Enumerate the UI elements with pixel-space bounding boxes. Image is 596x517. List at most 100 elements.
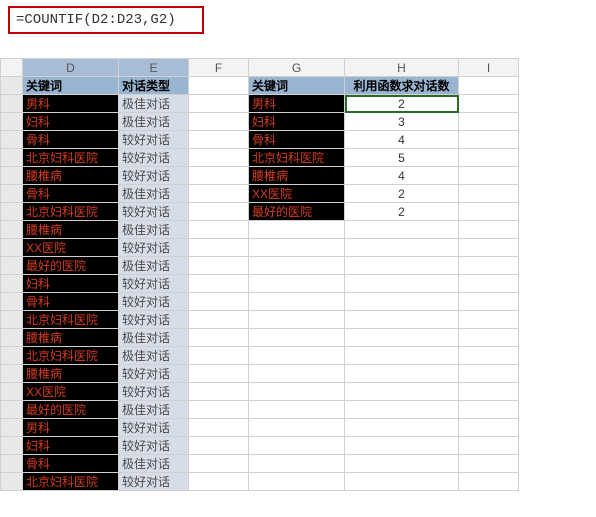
cell-E20[interactable]: 较好对话 [119, 419, 189, 437]
cell-F4[interactable] [189, 131, 249, 149]
cell-H7[interactable]: 2 [345, 185, 459, 203]
cell-F23[interactable] [189, 473, 249, 491]
col-header-I[interactable]: I [459, 59, 519, 77]
cell-F19[interactable] [189, 401, 249, 419]
cell-I6[interactable] [459, 167, 519, 185]
cell-G6[interactable]: 腰椎病 [249, 167, 345, 185]
cell-I22[interactable] [459, 455, 519, 473]
cell-F16[interactable] [189, 347, 249, 365]
cell-E2[interactable]: 极佳对话 [119, 95, 189, 113]
row-header[interactable] [1, 77, 23, 95]
cell-H4[interactable]: 4 [345, 131, 459, 149]
cell-H23[interactable] [345, 473, 459, 491]
row-header[interactable] [1, 401, 23, 419]
cell-I21[interactable] [459, 437, 519, 455]
cell-F8[interactable] [189, 203, 249, 221]
row-header[interactable] [1, 293, 23, 311]
cell-G14[interactable] [249, 311, 345, 329]
row-header[interactable] [1, 311, 23, 329]
row-header[interactable] [1, 113, 23, 131]
cell-G5[interactable]: 北京妇科医院 [249, 149, 345, 167]
cell-H21[interactable] [345, 437, 459, 455]
cell-I19[interactable] [459, 401, 519, 419]
cell-I20[interactable] [459, 419, 519, 437]
cell-H17[interactable] [345, 365, 459, 383]
cell-D18[interactable]: XX医院 [23, 383, 119, 401]
row-header[interactable] [1, 239, 23, 257]
row-header[interactable] [1, 185, 23, 203]
cell-E21[interactable]: 较好对话 [119, 437, 189, 455]
cell-G17[interactable] [249, 365, 345, 383]
cell-I11[interactable] [459, 257, 519, 275]
row-header[interactable] [1, 167, 23, 185]
row-header[interactable] [1, 365, 23, 383]
row-header[interactable] [1, 275, 23, 293]
col-header-G[interactable]: G [249, 59, 345, 77]
cell-D10[interactable]: XX医院 [23, 239, 119, 257]
cell-H8[interactable]: 2 [345, 203, 459, 221]
cell-E17[interactable]: 较好对话 [119, 365, 189, 383]
cell-H6[interactable]: 4 [345, 167, 459, 185]
cell-E5[interactable]: 较好对话 [119, 149, 189, 167]
cell-D11[interactable]: 最好的医院 [23, 257, 119, 275]
cell-E12[interactable]: 较好对话 [119, 275, 189, 293]
cell-D4[interactable]: 骨科 [23, 131, 119, 149]
cell-I12[interactable] [459, 275, 519, 293]
cell-H12[interactable] [345, 275, 459, 293]
cell-F20[interactable] [189, 419, 249, 437]
row-header[interactable] [1, 437, 23, 455]
cell-H11[interactable] [345, 257, 459, 275]
cell-H2[interactable]: 2 [345, 95, 459, 113]
cell-I14[interactable] [459, 311, 519, 329]
cell-D3[interactable]: 妇科 [23, 113, 119, 131]
cell-E4[interactable]: 较好对话 [119, 131, 189, 149]
cell-I8[interactable] [459, 203, 519, 221]
cell-D7[interactable]: 骨科 [23, 185, 119, 203]
cell-G10[interactable] [249, 239, 345, 257]
select-all-corner[interactable] [1, 59, 23, 77]
cell-D9[interactable]: 腰椎病 [23, 221, 119, 239]
row-header[interactable] [1, 257, 23, 275]
cell-E6[interactable]: 较好对话 [119, 167, 189, 185]
row-header[interactable] [1, 473, 23, 491]
cell-F1[interactable] [189, 77, 249, 95]
cell-E14[interactable]: 较好对话 [119, 311, 189, 329]
cell-I13[interactable] [459, 293, 519, 311]
spreadsheet-grid[interactable]: D E F G H I 关键词对话类型关键词利用函数求对话数男科极佳对话男科2妇… [0, 58, 519, 491]
cell-F21[interactable] [189, 437, 249, 455]
cell-D5[interactable]: 北京妇科医院 [23, 149, 119, 167]
cell-G11[interactable] [249, 257, 345, 275]
cell-F2[interactable] [189, 95, 249, 113]
row-header[interactable] [1, 149, 23, 167]
cell-G12[interactable] [249, 275, 345, 293]
cell-D13[interactable]: 骨科 [23, 293, 119, 311]
cell-G16[interactable] [249, 347, 345, 365]
cell-G22[interactable] [249, 455, 345, 473]
cell-E3[interactable]: 极佳对话 [119, 113, 189, 131]
cell-F17[interactable] [189, 365, 249, 383]
cell-I7[interactable] [459, 185, 519, 203]
cell-I3[interactable] [459, 113, 519, 131]
cell-E9[interactable]: 极佳对话 [119, 221, 189, 239]
cell-I2[interactable] [459, 95, 519, 113]
formula-bar[interactable]: =COUNTIF(D2:D23,G2) [8, 6, 204, 34]
cell-E11[interactable]: 极佳对话 [119, 257, 189, 275]
cell-D15[interactable]: 腰椎病 [23, 329, 119, 347]
cell-F5[interactable] [189, 149, 249, 167]
cell-E10[interactable]: 较好对话 [119, 239, 189, 257]
cell-D17[interactable]: 腰椎病 [23, 365, 119, 383]
col-header-D[interactable]: D [23, 59, 119, 77]
cell-E8[interactable]: 较好对话 [119, 203, 189, 221]
cell-F18[interactable] [189, 383, 249, 401]
cell-D8[interactable]: 北京妇科医院 [23, 203, 119, 221]
cell-H5[interactable]: 5 [345, 149, 459, 167]
cell-E18[interactable]: 较好对话 [119, 383, 189, 401]
cell-H1[interactable]: 利用函数求对话数 [345, 77, 459, 95]
cell-I5[interactable] [459, 149, 519, 167]
col-header-F[interactable]: F [189, 59, 249, 77]
cell-G3[interactable]: 妇科 [249, 113, 345, 131]
cell-D16[interactable]: 北京妇科医院 [23, 347, 119, 365]
cell-H9[interactable] [345, 221, 459, 239]
cell-D2[interactable]: 男科 [23, 95, 119, 113]
row-header[interactable] [1, 95, 23, 113]
